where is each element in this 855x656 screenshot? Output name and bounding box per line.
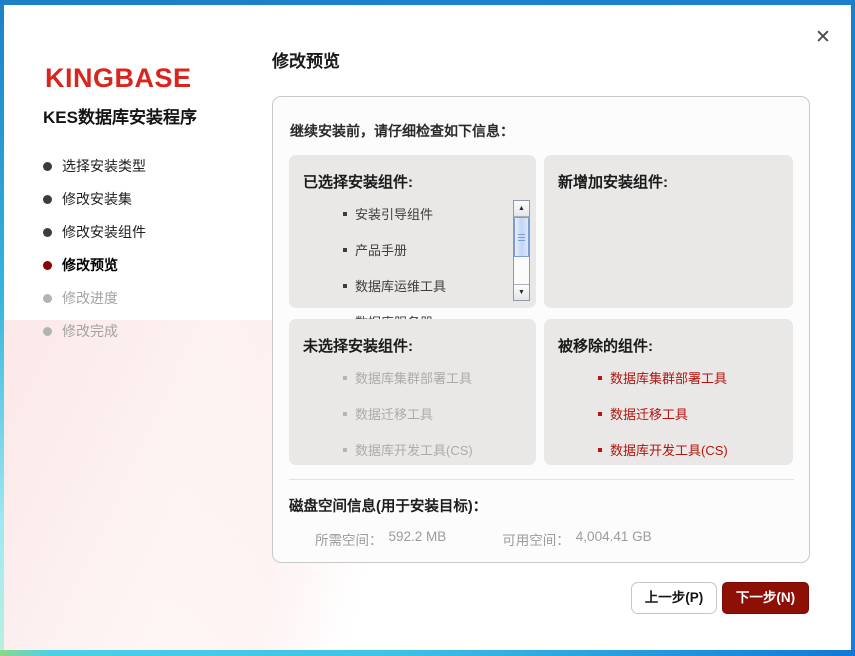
added-components-title: 新增加安装组件: xyxy=(558,174,668,191)
step-modify-preview: 修改预览 xyxy=(43,255,146,275)
kingbase-logo: KINGBASE xyxy=(45,63,192,93)
step-label: 选择安装类型 xyxy=(62,158,146,174)
app-title: KES数据库安装程序 xyxy=(43,108,197,127)
selected-components-box: 已选择安装组件: 安装引导组件 产品手册 数据库运维工具 数据库服务器 ▲ ▼ xyxy=(289,155,536,330)
step-bullet-icon xyxy=(43,194,52,204)
list-item-label: 数据库集群部署工具 xyxy=(355,371,473,386)
list-item: 安装引导组件 xyxy=(343,204,522,223)
bullet-icon xyxy=(598,375,602,380)
previous-step-button[interactable]: 上一步(P) xyxy=(631,582,717,614)
step-select-install-type: 选择安装类型 xyxy=(43,156,146,176)
step-bullet-icon xyxy=(43,161,52,171)
available-space-label: 可用空间： xyxy=(502,533,570,548)
list-item: 数据库开发工具(CS) xyxy=(598,440,779,459)
bullet-icon xyxy=(343,211,347,216)
list-item-label: 数据迁移工具 xyxy=(355,407,434,422)
list-item-label: 数据库集群部署工具 xyxy=(610,371,728,386)
window-frame-left xyxy=(0,0,4,656)
list-item-label: 数据库开发工具(CS) xyxy=(355,443,473,458)
step-label: 修改进度 xyxy=(62,290,118,306)
list-item-label: 数据迁移工具 xyxy=(610,407,689,422)
unselected-components-list: 数据库集群部署工具 数据迁移工具 数据库开发工具(CS) xyxy=(343,368,522,459)
step-modify-complete: 修改完成 xyxy=(43,321,146,341)
installer-steps: 选择安装类型 修改安装集 修改安装组件 修改预览 修改进度 修改完成 xyxy=(43,156,146,354)
available-space-value: 4,004.41 GB xyxy=(575,529,652,544)
step-label: 修改安装集 xyxy=(62,191,132,207)
scrollbar-grip-icon xyxy=(518,234,525,241)
scrollbar-track[interactable] xyxy=(514,217,529,284)
step-label: 修改安装组件 xyxy=(62,224,146,240)
bullet-icon xyxy=(598,411,602,416)
unselected-components-title: 未选择安装组件: xyxy=(303,338,413,355)
bullet-icon xyxy=(598,447,602,452)
step-label: 修改完成 xyxy=(62,323,118,339)
list-item: 数据迁移工具 xyxy=(343,404,522,423)
step-bullet-icon xyxy=(43,326,52,336)
list-item-label: 产品手册 xyxy=(355,243,408,258)
list-item-label: 安装引导组件 xyxy=(355,207,434,222)
removed-components-list: 数据库集群部署工具 数据迁移工具 数据库开发工具(CS) xyxy=(598,368,779,459)
scrollbar[interactable]: ▲ ▼ xyxy=(513,200,530,301)
required-space-value: 592.2 MB xyxy=(388,529,447,544)
list-item: 数据库开发工具(CS) xyxy=(343,440,522,459)
selected-components-title: 已选择安装组件: xyxy=(303,174,413,191)
preview-panel: 继续安装前，请仔细检查如下信息： 已选择安装组件: 安装引导组件 产品手册 数据… xyxy=(272,96,810,563)
bullet-icon xyxy=(343,411,347,416)
disk-space-values: 所需空间： 592.2 MB 可用空间： 4,004.41 GB xyxy=(315,529,652,549)
list-item-label: 数据库开发工具(CS) xyxy=(610,443,728,458)
selected-components-list: 安装引导组件 产品手册 数据库运维工具 数据库服务器 xyxy=(343,204,522,331)
notice-text: 继续安装前，请仔细检查如下信息： xyxy=(290,123,514,139)
window-frame-top xyxy=(0,0,855,5)
bullet-icon xyxy=(343,447,347,452)
window-frame-bottom xyxy=(0,650,855,656)
step-modify-components: 修改安装组件 xyxy=(43,222,146,242)
scroll-up-icon[interactable]: ▲ xyxy=(514,201,529,217)
removed-components-title: 被移除的组件: xyxy=(558,338,653,355)
bullet-icon xyxy=(343,375,347,380)
next-step-button[interactable]: 下一步(N) xyxy=(722,582,809,614)
step-modify-progress: 修改进度 xyxy=(43,288,146,308)
step-label: 修改预览 xyxy=(62,257,118,273)
step-bullet-icon xyxy=(43,260,52,270)
list-item: 数据迁移工具 xyxy=(598,404,779,423)
bullet-icon xyxy=(343,247,347,252)
required-space-label: 所需空间： xyxy=(315,533,383,548)
removed-components-box: 被移除的组件: 数据库集群部署工具 数据迁移工具 数据库开发工具(CS) xyxy=(544,319,793,465)
list-item: 数据库运维工具 xyxy=(343,276,522,295)
step-modify-install-set: 修改安装集 xyxy=(43,189,146,209)
step-bullet-icon xyxy=(43,293,52,303)
bullet-icon xyxy=(343,283,347,288)
list-item: 数据库集群部署工具 xyxy=(598,368,779,387)
added-components-box: 新增加安装组件: xyxy=(544,155,793,308)
window-frame-right xyxy=(851,0,855,656)
scroll-down-icon[interactable]: ▼ xyxy=(514,284,529,300)
step-bullet-icon xyxy=(43,227,52,237)
list-item: 数据库集群部署工具 xyxy=(343,368,522,387)
unselected-components-box: 未选择安装组件: 数据库集群部署工具 数据迁移工具 数据库开发工具(CS) xyxy=(289,319,536,465)
page-title: 修改预览 xyxy=(272,52,340,71)
divider xyxy=(289,479,794,480)
close-icon[interactable]: ✕ xyxy=(811,26,835,50)
scrollbar-thumb[interactable] xyxy=(514,217,529,257)
disk-space-title: 磁盘空间信息(用于安装目标)： xyxy=(289,499,488,515)
list-item: 产品手册 xyxy=(343,240,522,259)
list-item-label: 数据库运维工具 xyxy=(355,279,447,294)
